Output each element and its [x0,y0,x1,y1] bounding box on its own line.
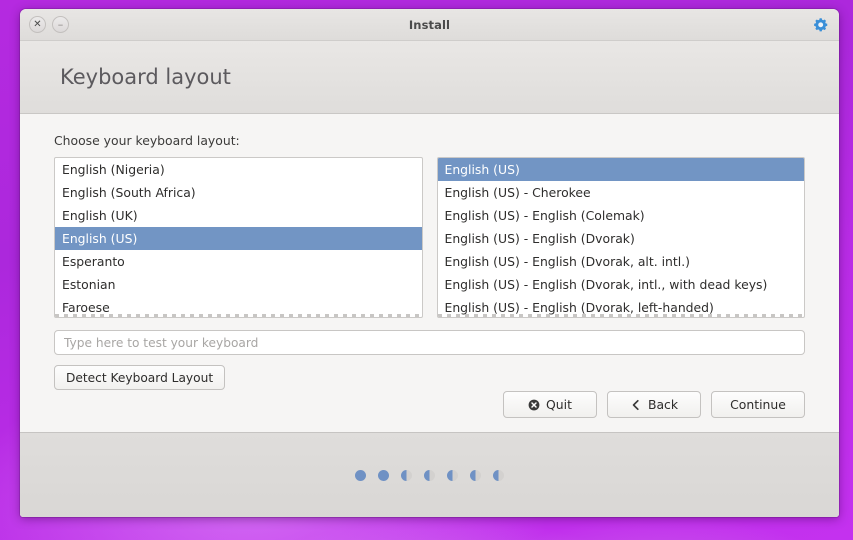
progress-dot [447,469,458,481]
variant-item[interactable]: English (US) - English (Dvorak, alt. int… [438,250,805,273]
variant-item[interactable]: English (US) - Cherokee [438,181,805,204]
chevron-left-icon [632,399,639,410]
navigation-buttons: Quit Back Continue [503,391,805,418]
layout-item-label: Esperanto [62,254,125,269]
content-area: Choose your keyboard layout: English (Ni… [20,114,839,432]
variant-item-label: English (US) [444,162,520,177]
progress-dot [424,469,435,481]
desktop-background: ✕ – Install Keyboard layout Choose your … [0,0,853,540]
variant-item-label: English (US) - English (Colemak) [444,208,645,223]
layout-item[interactable]: English (UK) [55,204,422,227]
minimize-button[interactable]: – [52,16,69,33]
layout-item[interactable]: English (South Africa) [55,181,422,204]
quit-label: Quit [546,397,572,412]
progress-dot [493,469,504,481]
layout-item[interactable]: Estonian [55,273,422,296]
variant-item[interactable]: English (US) - English (Dvorak, intl., w… [438,273,805,296]
page-title: Keyboard layout [60,65,231,89]
layout-item-label: English (South Africa) [62,185,196,200]
variant-item-label: English (US) - Cherokee [444,185,591,200]
layout-item-label: English (US) [62,231,138,246]
variant-item[interactable]: English (US) - English (Colemak) [438,204,805,227]
window-title: Install [408,17,451,32]
close-icon: ✕ [33,18,42,30]
circle-x-icon [528,399,540,410]
variant-item-label: English (US) - English (Dvorak, alt. int… [444,254,690,269]
variant-item-label: English (US) - English (Dvorak, left-han… [444,300,714,315]
minimize-icon: – [57,18,64,31]
layout-item-label: English (Nigeria) [62,162,165,177]
layout-item-label: Faroese [62,300,110,315]
variant-item-label: English (US) - English (Dvorak, intl., w… [444,277,768,292]
variant-item[interactable]: English (US) - English (Dvorak) [438,227,805,250]
window-controls: ✕ – [29,16,69,33]
detect-keyboard-layout-button[interactable]: Detect Keyboard Layout [54,365,226,390]
back-label: Back [647,397,679,412]
keyboard-layout-list[interactable]: English (Nigeria) English (South Africa) E… [54,157,423,318]
progress-dot [378,469,389,481]
variant-item[interactable]: English (US) [437,158,804,181]
variant-item[interactable]: English (US) - English (Dvorak, left-han… [438,296,805,317]
keyboard-test-input[interactable] [54,330,805,355]
installer-window: ✕ – Install Keyboard layout Choose your … [20,9,839,517]
progress-dot [401,469,412,481]
close-button[interactable]: ✕ [29,16,46,33]
page-header: Keyboard layout [20,41,839,114]
layout-item[interactable]: Faroese [55,296,422,317]
progress-dot [355,469,366,481]
back-button[interactable]: Back [607,391,701,418]
variant-item-label: English (US) - English (Dvorak) [444,231,635,246]
continue-label: Continue [730,397,786,412]
continue-button[interactable]: Continue [711,391,805,418]
footer-progress-area [20,432,839,517]
window-titlebar[interactable]: ✕ – Install [20,9,839,41]
quit-button[interactable]: Quit [503,391,597,418]
gear-icon[interactable] [813,17,828,32]
layout-item[interactable]: English (US) [55,227,422,250]
choose-layout-label: Choose your keyboard layout: [54,133,240,148]
layout-item[interactable]: English (Nigeria) [55,158,422,181]
layout-item[interactable]: Esperanto [55,250,422,273]
progress-dots [355,469,504,481]
keyboard-variant-list[interactable]: English (US) English (US) - Cherokee Engli… [436,157,805,318]
progress-dot [470,469,481,481]
layout-item-label: Estonian [62,277,116,292]
layout-selection-row: English (Nigeria) English (South Africa) E… [54,157,805,318]
layout-item-label: English (UK) [62,208,138,223]
